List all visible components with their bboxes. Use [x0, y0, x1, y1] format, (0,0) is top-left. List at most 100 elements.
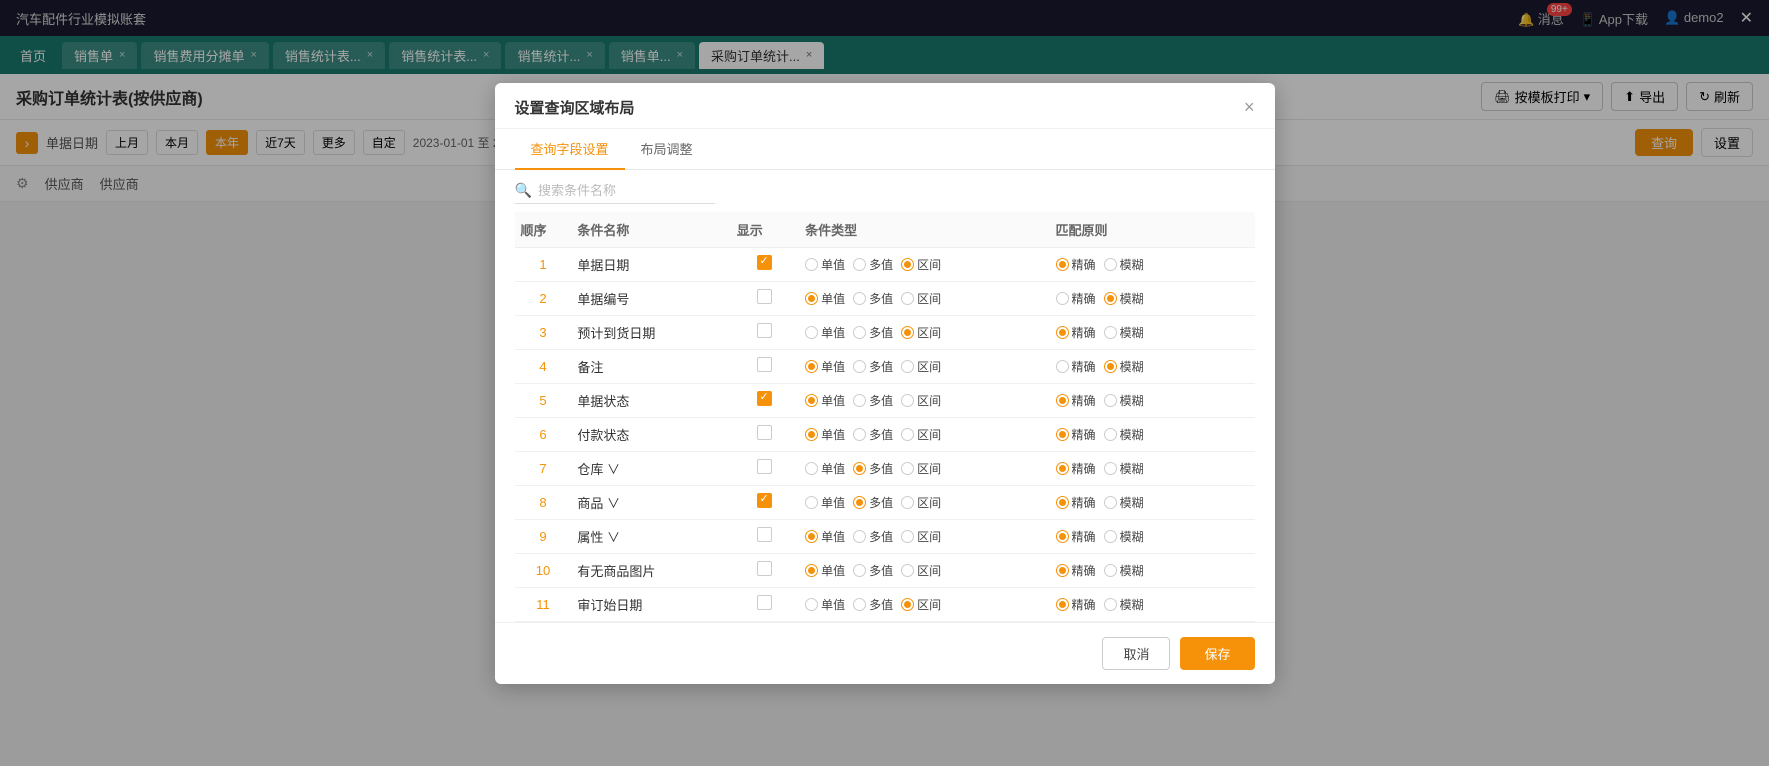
dialog-title: 设置查询区域布局: [515, 97, 635, 118]
type-radio-区间[interactable]: 区间: [901, 256, 941, 273]
table-row: 3预计到货日期单值多值区间精确模糊: [515, 315, 1255, 349]
type-radio-单值[interactable]: 单值: [805, 392, 845, 409]
match-radio-模糊[interactable]: 模糊: [1104, 290, 1144, 307]
type-radio-区间[interactable]: 区间: [901, 494, 941, 511]
th-match: 匹配原则: [1050, 212, 1255, 248]
cell-type: 单值多值区间: [799, 281, 1049, 315]
match-radio-精确[interactable]: 精确: [1056, 358, 1096, 375]
type-radio-多值[interactable]: 多值: [853, 562, 893, 579]
match-radio-精确[interactable]: 精确: [1056, 596, 1096, 613]
cell-show[interactable]: [731, 451, 799, 485]
cell-show[interactable]: [731, 553, 799, 587]
show-checkbox[interactable]: [757, 459, 772, 474]
match-radio-精确[interactable]: 精确: [1056, 324, 1096, 341]
dialog-close-button[interactable]: ×: [1244, 98, 1255, 116]
save-button[interactable]: 保存: [1180, 637, 1254, 670]
type-radio-单值[interactable]: 单值: [805, 324, 845, 341]
match-radio-模糊[interactable]: 模糊: [1104, 596, 1144, 613]
match-radio-精确[interactable]: 精确: [1056, 392, 1096, 409]
type-radio-多值[interactable]: 多值: [853, 426, 893, 443]
type-radio-单值[interactable]: 单值: [805, 528, 845, 545]
type-radio-单值[interactable]: 单值: [805, 256, 845, 273]
type-radio-多值[interactable]: 多值: [853, 596, 893, 613]
search-icon: 🔍: [515, 182, 532, 199]
match-radio-模糊[interactable]: 模糊: [1104, 392, 1144, 409]
cell-name: 备注: [571, 349, 730, 383]
match-radio-精确[interactable]: 精确: [1056, 494, 1096, 511]
type-radio-单值[interactable]: 单值: [805, 562, 845, 579]
table-row: 1单据日期单值多值区间精确模糊: [515, 247, 1255, 281]
match-radio-精确[interactable]: 精确: [1056, 290, 1096, 307]
cell-show[interactable]: [731, 417, 799, 451]
type-radio-单值[interactable]: 单值: [805, 290, 845, 307]
type-radio-多值[interactable]: 多值: [853, 460, 893, 477]
tab-layout-adjust[interactable]: 布局调整: [625, 129, 709, 170]
cell-name: 商品 ∨: [571, 485, 730, 519]
match-radio-精确[interactable]: 精确: [1056, 426, 1096, 443]
match-radio-精确[interactable]: 精确: [1056, 562, 1096, 579]
type-radio-区间[interactable]: 区间: [901, 290, 941, 307]
cell-order: 11: [515, 587, 572, 621]
match-radio-精确[interactable]: 精确: [1056, 460, 1096, 477]
type-radio-多值[interactable]: 多值: [853, 494, 893, 511]
match-radio-模糊[interactable]: 模糊: [1104, 324, 1144, 341]
cell-order: 7: [515, 451, 572, 485]
cell-show[interactable]: [731, 281, 799, 315]
type-radio-区间[interactable]: 区间: [901, 392, 941, 409]
type-radio-区间[interactable]: 区间: [901, 528, 941, 545]
type-radio-区间[interactable]: 区间: [901, 358, 941, 375]
th-type: 条件类型: [799, 212, 1049, 248]
cell-type: 单值多值区间: [799, 587, 1049, 621]
cell-show[interactable]: [731, 519, 799, 553]
match-radio-模糊[interactable]: 模糊: [1104, 460, 1144, 477]
cell-match: 精确模糊: [1050, 451, 1255, 485]
show-checkbox[interactable]: [757, 289, 772, 304]
type-radio-多值[interactable]: 多值: [853, 392, 893, 409]
type-radio-区间[interactable]: 区间: [901, 460, 941, 477]
show-checkbox[interactable]: [757, 391, 772, 406]
type-radio-区间[interactable]: 区间: [901, 426, 941, 443]
match-radio-模糊[interactable]: 模糊: [1104, 562, 1144, 579]
type-radio-多值[interactable]: 多值: [853, 290, 893, 307]
type-radio-单值[interactable]: 单值: [805, 596, 845, 613]
type-radio-单值[interactable]: 单值: [805, 426, 845, 443]
cell-show[interactable]: [731, 315, 799, 349]
search-input[interactable]: [538, 183, 698, 198]
type-radio-多值[interactable]: 多值: [853, 358, 893, 375]
type-radio-区间[interactable]: 区间: [901, 324, 941, 341]
match-radio-模糊[interactable]: 模糊: [1104, 528, 1144, 545]
show-checkbox[interactable]: [757, 493, 772, 508]
type-radio-多值[interactable]: 多值: [853, 528, 893, 545]
type-radio-多值[interactable]: 多值: [853, 324, 893, 341]
show-checkbox[interactable]: [757, 527, 772, 542]
type-radio-单值[interactable]: 单值: [805, 460, 845, 477]
cell-show[interactable]: [731, 247, 799, 281]
show-checkbox[interactable]: [757, 561, 772, 576]
match-radio-精确[interactable]: 精确: [1056, 256, 1096, 273]
tab-query-fields[interactable]: 查询字段设置: [515, 129, 625, 170]
match-radio-模糊[interactable]: 模糊: [1104, 426, 1144, 443]
cell-type: 单值多值区间: [799, 383, 1049, 417]
type-radio-多值[interactable]: 多值: [853, 256, 893, 273]
cell-show[interactable]: [731, 349, 799, 383]
show-checkbox[interactable]: [757, 255, 772, 270]
type-radio-区间[interactable]: 区间: [901, 596, 941, 613]
show-checkbox[interactable]: [757, 323, 772, 338]
type-radio-单值[interactable]: 单值: [805, 494, 845, 511]
show-checkbox[interactable]: [757, 357, 772, 372]
type-radio-区间[interactable]: 区间: [901, 562, 941, 579]
table-row: 5单据状态单值多值区间精确模糊: [515, 383, 1255, 417]
cell-show[interactable]: [731, 485, 799, 519]
match-radio-精确[interactable]: 精确: [1056, 528, 1096, 545]
show-checkbox[interactable]: [757, 425, 772, 440]
match-radio-模糊[interactable]: 模糊: [1104, 358, 1144, 375]
match-radio-模糊[interactable]: 模糊: [1104, 494, 1144, 511]
modal-overlay: 设置查询区域布局 × 查询字段设置 布局调整 🔍 顺序: [0, 0, 1769, 766]
cancel-button[interactable]: 取消: [1102, 637, 1170, 670]
cell-show[interactable]: [731, 587, 799, 621]
show-checkbox[interactable]: [757, 595, 772, 610]
cell-show[interactable]: [731, 383, 799, 417]
match-radio-模糊[interactable]: 模糊: [1104, 256, 1144, 273]
type-radio-单值[interactable]: 单值: [805, 358, 845, 375]
cell-name: 单据状态: [571, 383, 730, 417]
